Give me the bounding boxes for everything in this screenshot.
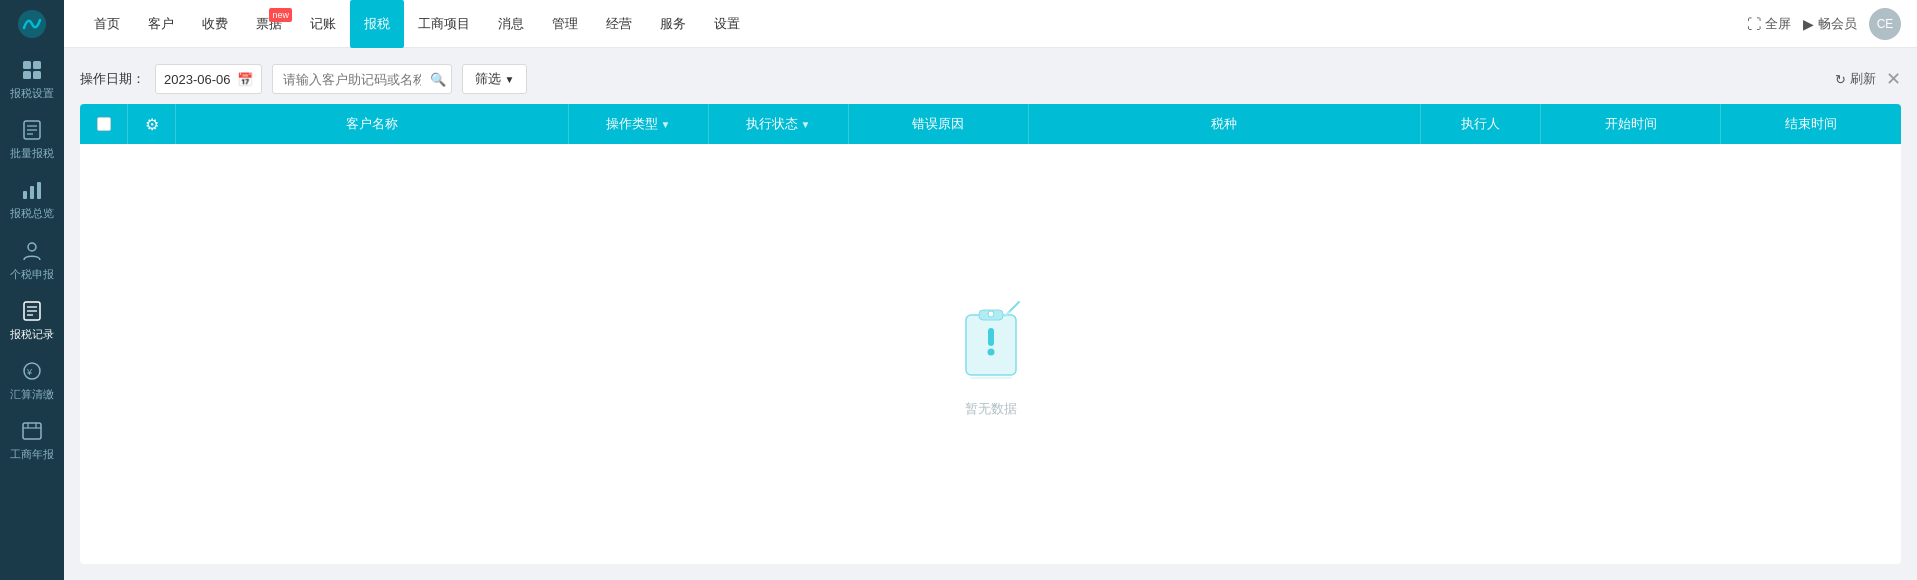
batch-tax-icon (18, 116, 46, 144)
empty-text: 暂无数据 (965, 400, 1017, 418)
filter-button[interactable]: 筛选 ▼ (462, 64, 528, 94)
table-wrap: ⚙ 客户名称 操作类型 ▼ 执行状态 ▼ 错误原因 (80, 104, 1901, 564)
nav-xiaoxi[interactable]: 消息 (484, 0, 538, 48)
svg-rect-3 (23, 71, 31, 79)
content-area: 操作日期： 2023-06-06 📅 🔍 筛选 ▼ ↻ 刷新 (64, 48, 1917, 580)
svg-point-27 (987, 349, 994, 356)
close-button[interactable]: ✕ (1886, 70, 1901, 88)
th-executor: 执行人 (1421, 104, 1541, 144)
date-picker[interactable]: 2023-06-06 📅 (155, 64, 262, 94)
search-icon[interactable]: 🔍 (430, 72, 446, 87)
sidebar: 报税设置 批量报税 报税总览 (0, 0, 64, 580)
nav-home[interactable]: 首页 (80, 0, 134, 48)
header-checkbox[interactable] (97, 117, 111, 131)
svg-rect-1 (23, 61, 31, 69)
th-start-time: 开始时间 (1541, 104, 1721, 144)
sidebar-item-piliang-baoshui[interactable]: 批量报税 (0, 108, 64, 168)
main-area: 首页 客户 收费 票据 new 记账 报税 工商项目 消息 管理 经营 (64, 0, 1917, 580)
svg-line-28 (1009, 302, 1019, 312)
overview-icon (18, 176, 46, 204)
chevron-down-icon: ▼ (505, 74, 515, 85)
search-input[interactable] (272, 64, 452, 94)
gear-icon[interactable]: ⚙ (145, 115, 159, 134)
svg-rect-4 (33, 71, 41, 79)
table-body: 暂无数据 (80, 144, 1901, 564)
fullscreen-btn[interactable]: ⛶ 全屏 (1747, 15, 1791, 33)
settlement-icon: ¥ (18, 357, 46, 385)
table-header: ⚙ 客户名称 操作类型 ▼ 执行状态 ▼ 错误原因 (80, 104, 1901, 144)
th-exec-status[interactable]: 执行状态 ▼ (709, 104, 849, 144)
nav-piaoju[interactable]: 票据 new (242, 0, 296, 48)
refresh-button[interactable]: ↻ 刷新 (1835, 70, 1876, 88)
sidebar-logo (0, 0, 64, 48)
svg-rect-2 (33, 61, 41, 69)
th-tax-type: 税种 (1029, 104, 1422, 144)
annual-report-icon (18, 417, 46, 445)
topnav-right: ⛶ 全屏 ▶ 畅会员 CE (1747, 8, 1901, 40)
sidebar-item-geshui-shenbao[interactable]: 个税申报 (0, 229, 64, 289)
th-error-reason: 错误原因 (849, 104, 1029, 144)
topnav: 首页 客户 收费 票据 new 记账 报税 工商项目 消息 管理 经营 (64, 0, 1917, 48)
page-content: 操作日期： 2023-06-06 📅 🔍 筛选 ▼ ↻ 刷新 (64, 48, 1917, 580)
search-wrap: 🔍 (272, 64, 452, 94)
svg-point-25 (988, 311, 994, 317)
nav-gongshang-xiangmu[interactable]: 工商项目 (404, 0, 484, 48)
empty-illustration (941, 290, 1041, 390)
avatar[interactable]: CE (1869, 8, 1901, 40)
sidebar-item-baoshui-shezhi[interactable]: 报税设置 (0, 48, 64, 108)
nav-jingying[interactable]: 经营 (592, 0, 646, 48)
nav-shoufei[interactable]: 收费 (188, 0, 242, 48)
th-customer-name: 客户名称 (176, 104, 569, 144)
nav-baoshui[interactable]: 报税 (350, 0, 404, 48)
tax-record-icon (18, 297, 46, 325)
nav-guanli[interactable]: 管理 (538, 0, 592, 48)
svg-rect-11 (37, 182, 41, 199)
person-tax-icon (18, 237, 46, 265)
date-label: 操作日期： (80, 70, 145, 88)
svg-rect-19 (23, 423, 41, 439)
fullscreen-icon: ⛶ (1747, 16, 1761, 32)
nav-fuwu[interactable]: 服务 (646, 0, 700, 48)
video-icon: ▶ (1803, 16, 1814, 32)
sort-icon: ▼ (661, 119, 671, 130)
sidebar-item-baoshui-jilu[interactable]: 报税记录 (0, 289, 64, 349)
calendar-icon: 📅 (237, 72, 253, 87)
nav-customers[interactable]: 客户 (134, 0, 188, 48)
svg-text:¥: ¥ (26, 367, 33, 377)
sort-icon: ▼ (801, 119, 811, 130)
settings-grid-icon (18, 56, 46, 84)
nav-shezhi[interactable]: 设置 (700, 0, 754, 48)
new-badge: new (269, 8, 292, 22)
sidebar-item-gongshang-nianbao[interactable]: 工商年报 (0, 409, 64, 469)
svg-rect-26 (988, 328, 994, 346)
sidebar-item-huisuan-jiaoshu[interactable]: ¥ 汇算清缴 (0, 349, 64, 409)
th-checkbox[interactable] (80, 104, 128, 144)
date-value: 2023-06-06 (164, 72, 231, 87)
refresh-icon: ↻ (1835, 72, 1846, 87)
svg-point-12 (28, 243, 36, 251)
member-btn[interactable]: ▶ 畅会员 (1803, 15, 1857, 33)
nav-jizhang[interactable]: 记账 (296, 0, 350, 48)
sidebar-item-baoshui-zonlan[interactable]: 报税总览 (0, 168, 64, 228)
toolbar: 操作日期： 2023-06-06 📅 🔍 筛选 ▼ ↻ 刷新 (80, 64, 1901, 94)
th-settings[interactable]: ⚙ (128, 104, 176, 144)
svg-rect-9 (23, 191, 27, 199)
toolbar-right: ↻ 刷新 ✕ (1835, 70, 1901, 88)
th-operation-type[interactable]: 操作类型 ▼ (569, 104, 709, 144)
th-end-time: 结束时间 (1721, 104, 1901, 144)
svg-rect-10 (30, 186, 34, 199)
